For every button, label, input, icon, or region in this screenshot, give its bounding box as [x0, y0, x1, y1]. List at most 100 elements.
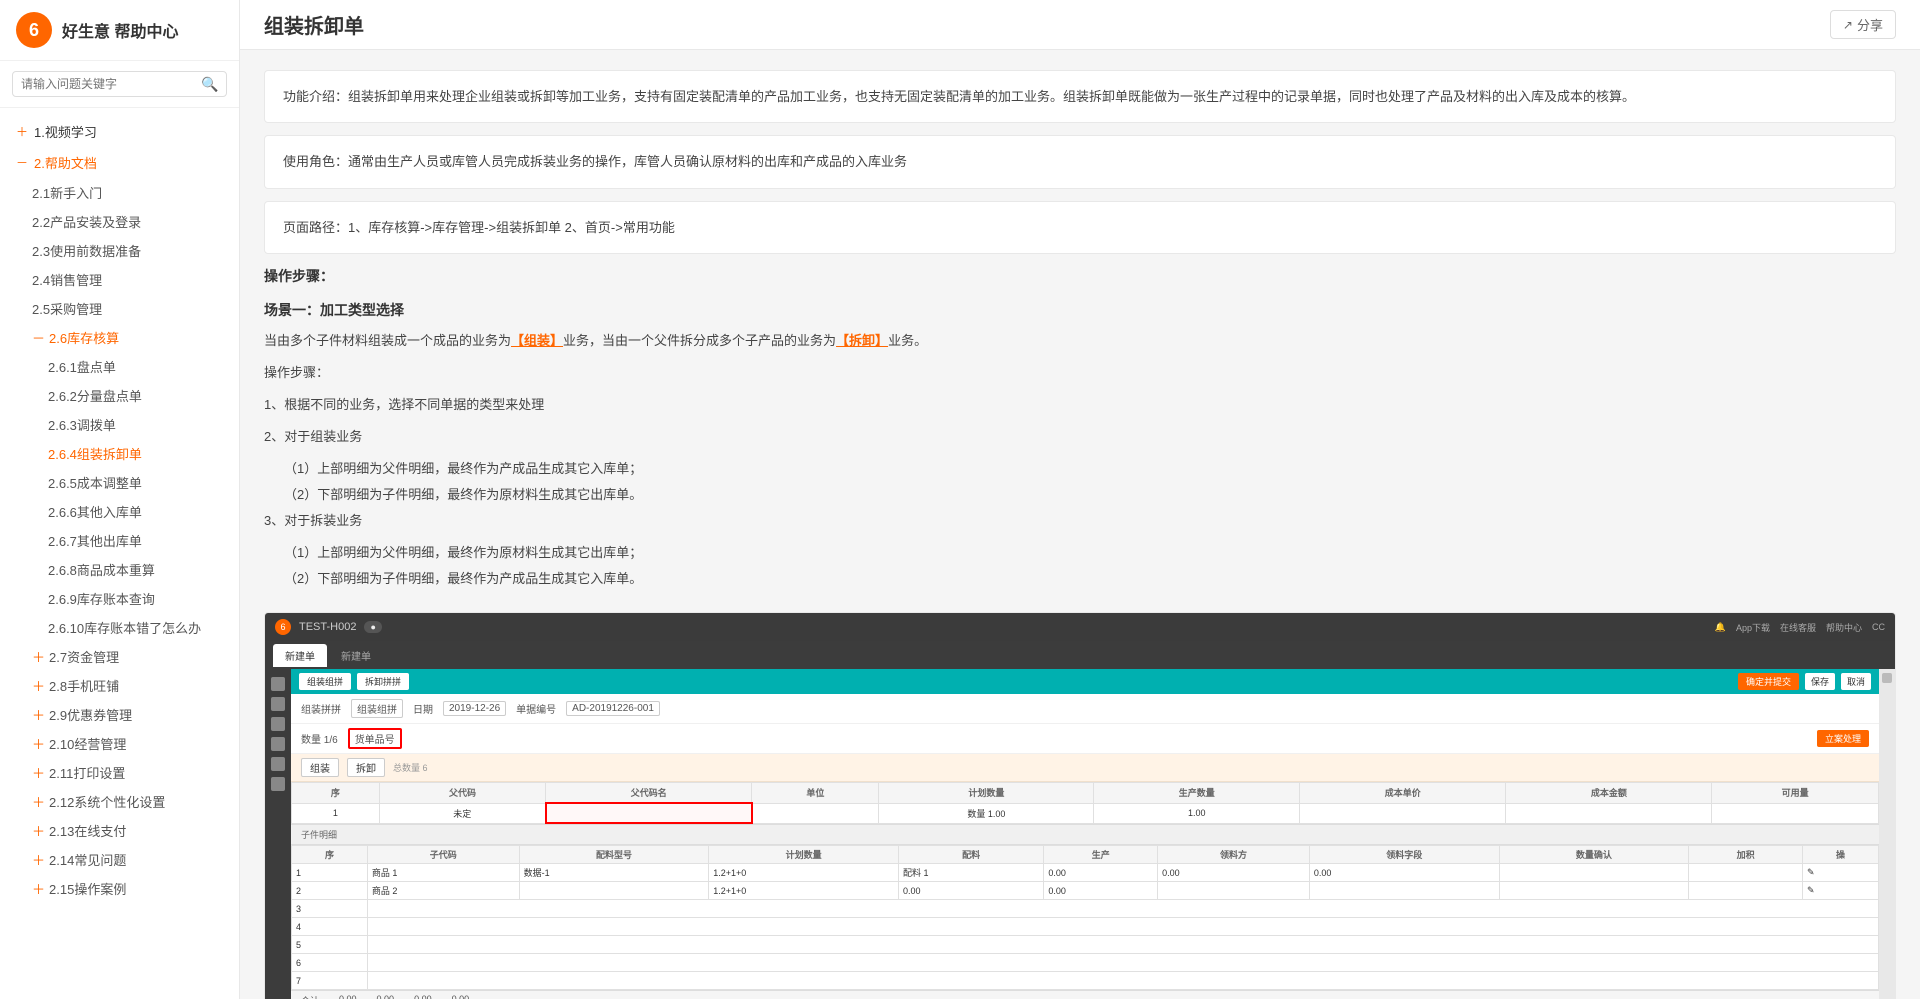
sidebar-item-videos[interactable]: ＋ 1.视频学习 — [0, 116, 239, 147]
mock-lower-table-container: 序 子代码 配料型号 计划数量 配料 生产 领料方 领料字段 — [291, 845, 1879, 990]
sidebar-sub-2-6-9[interactable]: 2.6.9库存账本查询 — [0, 584, 239, 613]
td-cost-amount — [1506, 803, 1712, 823]
sidebar-sub-2-6-4[interactable]: 2.6.4组装拆卸单 — [0, 439, 239, 468]
th-sub-material: 配料 — [898, 846, 1043, 864]
th-avail: 可用量 — [1712, 783, 1879, 804]
td-avail — [1712, 803, 1879, 823]
sidebar-sub-2-15[interactable]: ＋2.15操作案例 — [0, 874, 239, 903]
field-date-input[interactable]: 2019-12-26 — [443, 701, 506, 716]
mock-screen: 6 TEST-H002 ● 🔔 App下载 在线客服 帮助中心 CC — [265, 613, 1895, 999]
step2: 2、对于组装业务 — [264, 424, 1896, 450]
td-prod-qty: 1.00 — [1094, 803, 1300, 823]
scenario1-heading: 场景一：加工类型选择 — [264, 300, 1896, 320]
mock-lower-table: 序 子代码 配料型号 计划数量 配料 生产 领料方 领料字段 — [291, 845, 1879, 990]
type-assembly-btn[interactable]: 组装 — [301, 758, 339, 777]
sidebar-item-label: 2.帮助文档 — [34, 153, 97, 172]
th-sub-seq: 序 — [292, 846, 368, 864]
field-type-input[interactable]: 组装组拼 — [351, 699, 403, 718]
sidebar-sub-2-13[interactable]: ＋2.13在线支付 — [0, 816, 239, 845]
titlebar-right: 🔔 App下载 在线客服 帮助中心 CC — [1715, 621, 1885, 634]
mock-fields-row-2: 数量 1/6 货单品号 立案处理 — [291, 724, 1879, 754]
th-parent-name: 父代码名 — [546, 783, 752, 804]
footer-val4: 0.00 — [452, 994, 470, 999]
th-seq: 序 — [292, 783, 380, 804]
minus-icon-2-6: － — [32, 328, 45, 347]
type-count-label: 总数量 6 — [393, 761, 428, 774]
mock-btn-new[interactable]: 组装组拼 — [299, 673, 351, 690]
mock-btn-confirm[interactable]: 确定并提交 — [1738, 673, 1799, 690]
footer-label: 合计 — [301, 994, 319, 999]
left-icon-3 — [271, 717, 285, 731]
sidebar-sub-2-10[interactable]: ＋2.10经营管理 — [0, 729, 239, 758]
sub-table-row: 3 — [292, 900, 1879, 918]
content-area: 功能介绍：组装拆卸单用来处理企业组装或拆卸等加工业务，支持有固定装配清单的产品加… — [240, 50, 1920, 999]
mock-btn-save[interactable]: 保存 — [1805, 673, 1835, 690]
scenario1-desc: 当由多个子件材料组装成一个成品的业务为【组装】业务，当由一个父件拆分成多个子产品… — [264, 328, 1896, 354]
mock-btn-type2[interactable]: 拆卸拼拼 — [357, 673, 409, 690]
field-red-input[interactable]: 货单品号 — [348, 728, 402, 749]
search-input[interactable] — [12, 71, 227, 97]
left-icon-6 — [271, 777, 285, 791]
sub-table-row: 1 商品 1 数据-1 1.2+1+0 配料 1 0.00 0.00 0.00 — [292, 864, 1879, 882]
mock-tab-row: 新建单 新建单 — [265, 641, 1895, 669]
screenshot-container: 6 TEST-H002 ● 🔔 App下载 在线客服 帮助中心 CC — [264, 612, 1896, 999]
sidebar-sub-2-14[interactable]: ＋2.14常见问题 — [0, 845, 239, 874]
sidebar-sub-2-2[interactable]: 2.2产品安装及登录 — [0, 207, 239, 236]
field-no-input[interactable]: AD-20191226-001 — [566, 701, 660, 716]
titlebar-icon-3: 在线客服 — [1780, 621, 1816, 634]
sidebar: 6 好生意 帮助中心 🔍 ＋ 1.视频学习 － 2.帮助文档 2.1新手入门 2… — [0, 0, 240, 999]
type-disassembly-btn[interactable]: 拆卸 — [347, 758, 385, 777]
path-block: 页面路径：1、库存核算->库存管理->组装拆卸单 2、首页->常用功能 — [264, 201, 1896, 254]
th-cost-amount: 成本金额 — [1506, 783, 1712, 804]
search-button[interactable]: 🔍 — [201, 76, 218, 93]
th-plan-qty: 计划数量 — [879, 783, 1094, 804]
sidebar-nav: ＋ 1.视频学习 － 2.帮助文档 2.1新手入门 2.2产品安装及登录 2.3… — [0, 108, 239, 999]
mock-right-scroll — [1879, 669, 1895, 999]
sidebar-sub-2-6-3[interactable]: 2.6.3调拨单 — [0, 410, 239, 439]
th-sub-field1: 领料方 — [1158, 846, 1310, 864]
logo-icon: 6 — [16, 12, 52, 48]
titlebar-text: TEST-H002 — [299, 621, 356, 633]
sidebar-sub-2-6-6[interactable]: 2.6.6其他入库单 — [0, 497, 239, 526]
th-sub-confirm: 数量确认 — [1499, 846, 1689, 864]
th-sub-plan: 计划数量 — [709, 846, 899, 864]
sidebar-sub-2-7[interactable]: ＋2.7资金管理 — [0, 642, 239, 671]
sidebar-item-helpdoc[interactable]: － 2.帮助文档 — [0, 147, 239, 178]
td-seq: 1 — [292, 803, 380, 823]
sidebar-sub-2-1[interactable]: 2.1新手入门 — [0, 178, 239, 207]
mock-tab-2[interactable]: 新建单 — [329, 644, 383, 667]
sidebar-sub-2-6-5[interactable]: 2.6.5成本调整单 — [0, 468, 239, 497]
sidebar-sub-2-5[interactable]: 2.5采购管理 — [0, 294, 239, 323]
share-button[interactable]: ↗ 分享 — [1830, 10, 1896, 39]
field-label-no: 单据编号 — [516, 701, 556, 716]
footer-val3: 0.00 — [414, 994, 432, 999]
sidebar-sub-2-6-2[interactable]: 2.6.2分量盘点单 — [0, 381, 239, 410]
sidebar-sub-2-6-1[interactable]: 2.6.1盘点单 — [0, 352, 239, 381]
mock-btn-apply[interactable]: 立案处理 — [1817, 730, 1869, 747]
sidebar-sub-2-6-10[interactable]: 2.6.10库存账本错了怎么办 — [0, 613, 239, 642]
sidebar-sub-2-6[interactable]: － 2.6库存核算 — [0, 323, 239, 352]
sidebar-sub-2-12[interactable]: ＋2.12系统个性化设置 — [0, 787, 239, 816]
step2-1: （1）上部明细为父件明细，最终作为产成品生成其它入库单； — [264, 456, 1896, 482]
mock-upper-table: 序 父代码 父代码名 单位 计划数量 生产数量 成本单价 成本金额 — [291, 782, 1879, 824]
sidebar-sub-2-9[interactable]: ＋2.9优惠券管理 — [0, 700, 239, 729]
sidebar-sub-2-4[interactable]: 2.4销售管理 — [0, 265, 239, 294]
mock-btn-cancel[interactable]: 取消 — [1841, 673, 1871, 690]
sidebar-sub-2-11[interactable]: ＋2.11打印设置 — [0, 758, 239, 787]
plus-icon: ＋ — [16, 123, 28, 140]
table-row: 1 未定 数量 1.00 1.00 — [292, 803, 1879, 823]
th-sub-add: 加积 — [1689, 846, 1803, 864]
sidebar-sub-2-8[interactable]: ＋2.8手机旺铺 — [0, 671, 239, 700]
path-text: 页面路径：1、库存核算->库存管理->组装拆卸单 2、首页->常用功能 — [283, 220, 675, 235]
sidebar-sub-2-6-7[interactable]: 2.6.7其他出库单 — [0, 526, 239, 555]
mock-tab-1[interactable]: 新建单 — [273, 644, 327, 667]
th-cost-price: 成本单价 — [1300, 783, 1506, 804]
sidebar-sub-2-3[interactable]: 2.3使用前数据准备 — [0, 236, 239, 265]
top-bar: 组装拆卸单 ↗ 分享 — [240, 0, 1920, 50]
titlebar-icon-5: CC — [1872, 622, 1885, 632]
step3-2: （2）下部明细为子件明细，最终作为产成品生成其它入库单。 — [264, 566, 1896, 592]
intro-block-1: 功能介绍：组装拆卸单用来处理企业组装或拆卸等加工业务，支持有固定装配清单的产品加… — [264, 70, 1896, 123]
th-unit: 单位 — [752, 783, 879, 804]
sidebar-sub-2-6-8[interactable]: 2.6.8商品成本重算 — [0, 555, 239, 584]
mock-type-row: 组装 拆卸 总数量 6 — [291, 754, 1879, 782]
